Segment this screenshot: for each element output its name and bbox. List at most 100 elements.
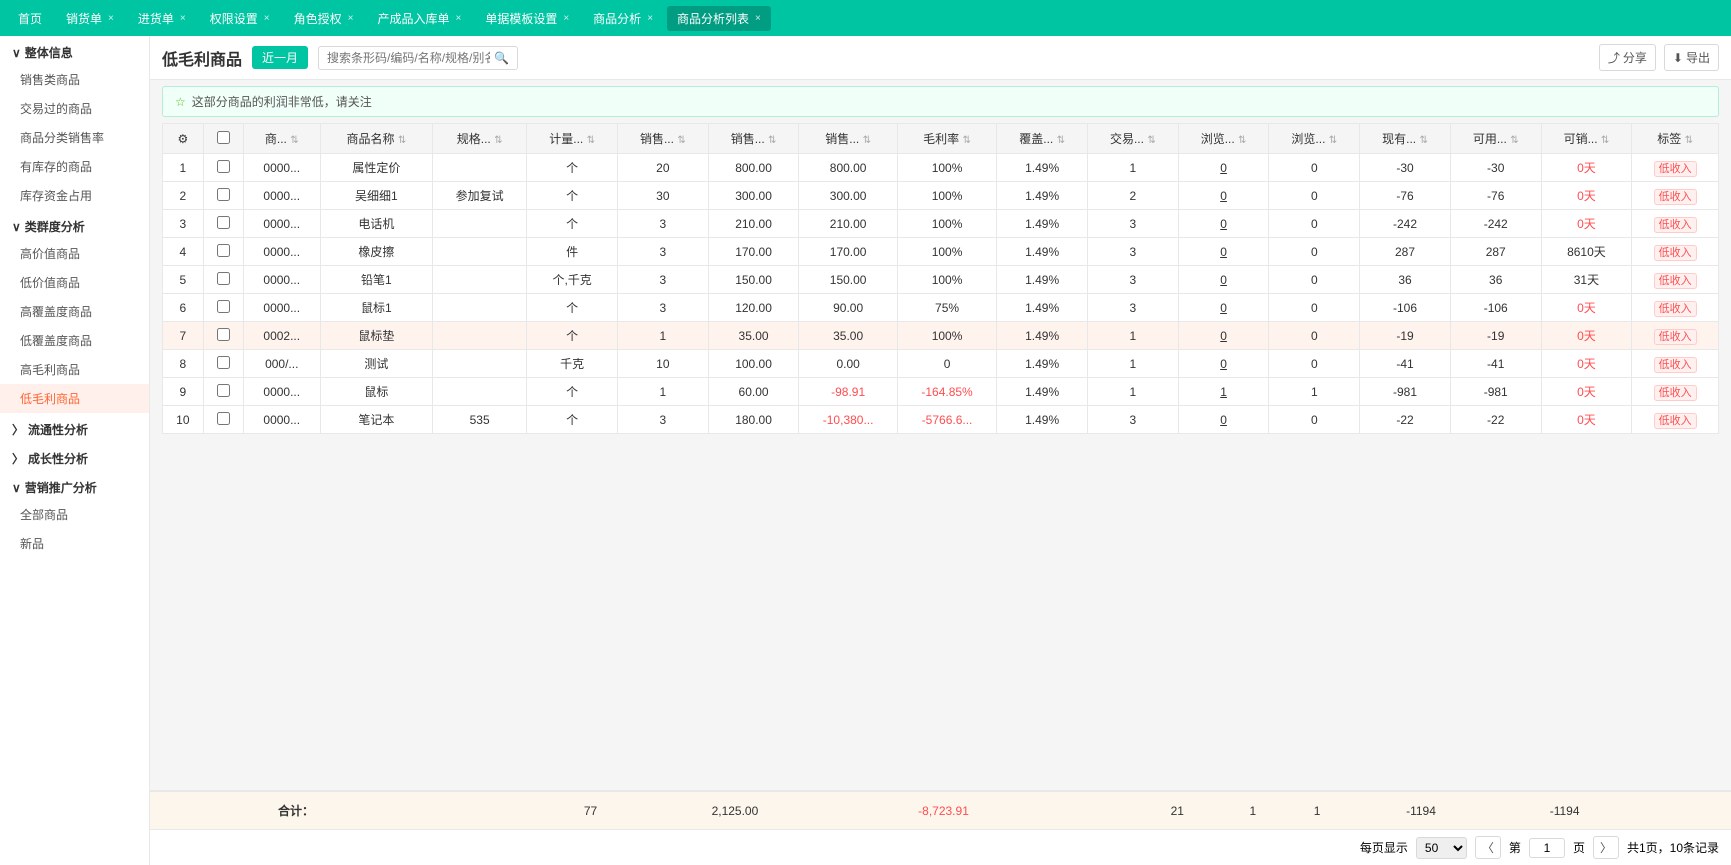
row-checkbox[interactable] <box>217 412 230 425</box>
sidebar-item-all-goods[interactable]: 全部商品 <box>0 500 149 529</box>
th-settings[interactable]: ⚙ <box>163 124 204 154</box>
sidebar-group-overall[interactable]: ∨ 整体信息 <box>0 36 149 65</box>
nav-permission[interactable]: 权限设置 × <box>200 6 280 31</box>
cell-saleable: 0天 <box>1541 406 1632 434</box>
cell-view1[interactable]: 0 <box>1178 350 1269 378</box>
cell-checkbox[interactable] <box>203 154 243 182</box>
cell-spec <box>433 238 527 266</box>
th-trade[interactable]: 交易... ⇅ <box>1087 124 1178 154</box>
th-profit[interactable]: 销售... ⇅ <box>799 124 897 154</box>
row-checkbox[interactable] <box>217 300 230 313</box>
th-view2[interactable]: 浏览... ⇅ <box>1269 124 1360 154</box>
close-icon[interactable]: × <box>563 13 569 24</box>
cell-view1[interactable]: 0 <box>1178 294 1269 322</box>
close-icon[interactable]: × <box>455 13 461 24</box>
row-checkbox[interactable] <box>217 272 230 285</box>
close-icon[interactable]: × <box>755 13 761 24</box>
cell-view1[interactable]: 0 <box>1178 266 1269 294</box>
sidebar-item-high-margin[interactable]: 高毛利商品 <box>0 355 149 384</box>
nav-product-entry[interactable]: 产成品入库单 × <box>367 6 471 31</box>
th-qty[interactable]: 销售... ⇅ <box>617 124 708 154</box>
close-icon[interactable]: × <box>647 13 653 24</box>
th-view1[interactable]: 浏览... ⇅ <box>1178 124 1269 154</box>
close-icon[interactable]: × <box>348 13 354 24</box>
sidebar-item-stock-goods[interactable]: 有库存的商品 <box>0 152 149 181</box>
row-checkbox[interactable] <box>217 328 230 341</box>
th-stock[interactable]: 现有... ⇅ <box>1360 124 1451 154</box>
nav-role[interactable]: 角色授权 × <box>284 6 364 31</box>
page-input[interactable] <box>1529 838 1565 858</box>
cell-checkbox[interactable] <box>203 266 243 294</box>
search-box[interactable]: 🔍 <box>318 46 518 70</box>
sidebar-group-cluster[interactable]: ∨ 类群度分析 <box>0 210 149 239</box>
row-checkbox[interactable] <box>217 356 230 369</box>
cell-view1[interactable]: 0 <box>1178 322 1269 350</box>
row-checkbox[interactable] <box>217 216 230 229</box>
export-button[interactable]: ⬇ 导出 <box>1664 44 1719 71</box>
filter-recent-month-button[interactable]: 近一月 <box>252 46 308 69</box>
th-gross-rate[interactable]: 毛利率 ⇅ <box>897 124 996 154</box>
cell-view1[interactable]: 0 <box>1178 238 1269 266</box>
cell-view1[interactable]: 0 <box>1178 154 1269 182</box>
cell-checkbox[interactable] <box>203 378 243 406</box>
nav-sales[interactable]: 销货单 × <box>56 6 124 31</box>
sidebar-item-traded-goods[interactable]: 交易过的商品 <box>0 94 149 123</box>
nav-home[interactable]: 首页 <box>8 6 52 31</box>
table-row: 7 0002... 鼠标垫 个 1 35.00 35.00 100% 1.49%… <box>163 322 1719 350</box>
sidebar-item-low-coverage[interactable]: 低覆盖度商品 <box>0 326 149 355</box>
cell-profit-rate: 100% <box>897 154 996 182</box>
nav-product-analysis-list[interactable]: 商品分析列表 × <box>667 6 771 31</box>
cell-view1[interactable]: 0 <box>1178 182 1269 210</box>
nav-purchase[interactable]: 进货单 × <box>128 6 196 31</box>
cell-view1[interactable]: 0 <box>1178 406 1269 434</box>
sidebar-group-marketing[interactable]: ∨ 营销推广分析 <box>0 471 149 500</box>
sidebar-item-category-rate[interactable]: 商品分类销售率 <box>0 123 149 152</box>
row-checkbox[interactable] <box>217 384 230 397</box>
th-spec[interactable]: 规格... ⇅ <box>433 124 527 154</box>
row-checkbox[interactable] <box>217 160 230 173</box>
th-saleable[interactable]: 可销... ⇅ <box>1541 124 1632 154</box>
th-coverage[interactable]: 覆盖... ⇅ <box>997 124 1088 154</box>
th-name[interactable]: 商品名称 ⇅ <box>320 124 432 154</box>
close-icon[interactable]: × <box>180 13 186 24</box>
row-checkbox[interactable] <box>217 188 230 201</box>
cell-checkbox[interactable] <box>203 350 243 378</box>
th-tag[interactable]: 标签 ⇅ <box>1632 124 1719 154</box>
cell-checkbox[interactable] <box>203 294 243 322</box>
share-button[interactable]: ⤴ 分享 <box>1599 44 1656 71</box>
sidebar-item-low-margin[interactable]: 低毛利商品 <box>0 384 149 413</box>
sidebar-group-growth[interactable]: 〉 成长性分析 <box>0 442 149 471</box>
sidebar-item-low-value[interactable]: 低价值商品 <box>0 268 149 297</box>
nav-template[interactable]: 单据模板设置 × <box>475 6 579 31</box>
th-unit[interactable]: 计量... ⇅ <box>527 124 618 154</box>
sidebar-item-high-value[interactable]: 高价值商品 <box>0 239 149 268</box>
th-sale-amt[interactable]: 销售... ⇅ <box>708 124 799 154</box>
cell-checkbox[interactable] <box>203 182 243 210</box>
th-code[interactable]: 商... ⇅ <box>243 124 320 154</box>
table-wrapper[interactable]: ⚙ 商... ⇅ 商品名称 ⇅ 规格... ⇅ 计量... ⇅ 销售... ⇅ … <box>162 123 1719 790</box>
search-icon[interactable]: 🔍 <box>494 51 509 65</box>
cell-checkbox[interactable] <box>203 406 243 434</box>
row-checkbox[interactable] <box>217 244 230 257</box>
sidebar-item-sales-goods[interactable]: 销售类商品 <box>0 65 149 94</box>
sidebar-item-capital[interactable]: 库存资金占用 <box>0 181 149 210</box>
sidebar-item-high-coverage[interactable]: 高覆盖度商品 <box>0 297 149 326</box>
cell-view1[interactable]: 0 <box>1178 210 1269 238</box>
per-page-select[interactable]: 50 100 200 <box>1416 837 1467 859</box>
nav-product-analysis[interactable]: 商品分析 × <box>583 6 663 31</box>
th-avail[interactable]: 可用... ⇅ <box>1450 124 1541 154</box>
close-icon[interactable]: × <box>264 13 270 24</box>
sidebar-item-new-goods[interactable]: 新品 <box>0 529 149 558</box>
close-icon[interactable]: × <box>108 13 114 24</box>
prev-page-button[interactable]: 〈 <box>1475 836 1501 859</box>
cell-view1[interactable]: 1 <box>1178 378 1269 406</box>
sidebar-group-flow[interactable]: 〉 流通性分析 <box>0 413 149 442</box>
cell-checkbox[interactable] <box>203 322 243 350</box>
select-all-checkbox[interactable] <box>217 131 230 144</box>
cell-avail: -981 <box>1450 378 1541 406</box>
search-input[interactable] <box>327 51 490 65</box>
cell-checkbox[interactable] <box>203 210 243 238</box>
next-page-button[interactable]: 〉 <box>1593 836 1619 859</box>
cell-checkbox[interactable] <box>203 238 243 266</box>
th-checkbox[interactable] <box>203 124 243 154</box>
